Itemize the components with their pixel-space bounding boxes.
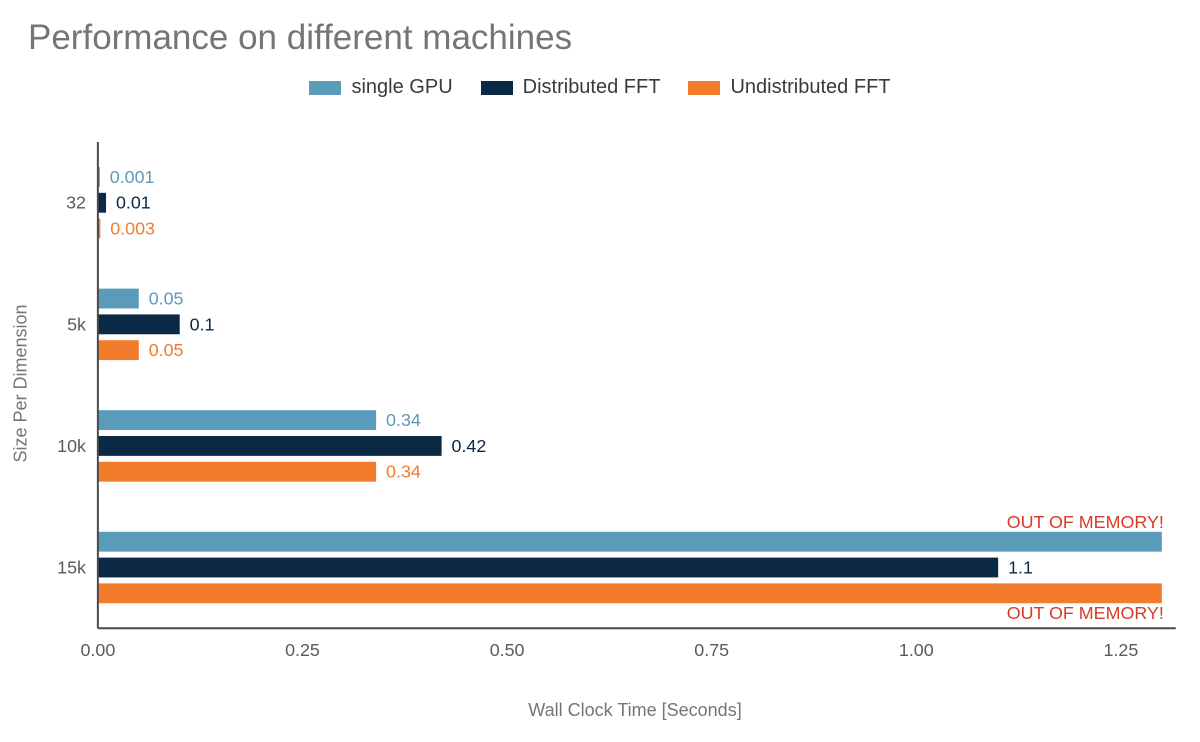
bar-value-label: 0.001 bbox=[110, 167, 155, 187]
y-tick-label: 10k bbox=[57, 436, 86, 456]
legend-label: Distributed FFT bbox=[523, 76, 661, 99]
legend-label: Undistributed FFT bbox=[730, 76, 890, 99]
x-tick-label: 0.00 bbox=[80, 640, 115, 660]
x-tick-label: 0.25 bbox=[285, 640, 320, 660]
bar-value-label: 0.1 bbox=[190, 314, 215, 334]
x-tick-label: 1.25 bbox=[1104, 640, 1139, 660]
chart-title: Performance on different machines bbox=[28, 18, 572, 58]
legend-swatch bbox=[481, 81, 513, 95]
bar-value-label: 0.01 bbox=[116, 193, 151, 213]
bar-value-label: 0.05 bbox=[149, 288, 184, 308]
bar bbox=[98, 314, 180, 334]
oom-label: OUT OF MEMORY! bbox=[1007, 512, 1164, 532]
y-axis-title: Size Per Dimension bbox=[11, 138, 31, 628]
bar bbox=[98, 340, 139, 360]
bar bbox=[98, 583, 1162, 603]
x-tick-label: 0.50 bbox=[490, 640, 525, 660]
oom-label: OUT OF MEMORY! bbox=[1007, 603, 1164, 623]
legend-label: single GPU bbox=[351, 76, 452, 99]
bar bbox=[98, 558, 998, 578]
bar bbox=[98, 462, 376, 482]
bar-value-label: 0.05 bbox=[149, 340, 184, 360]
y-tick-label: 5k bbox=[67, 314, 86, 334]
bar-value-label: 0.42 bbox=[452, 436, 487, 456]
legend-swatch bbox=[309, 81, 341, 95]
bar-value-label: 0.34 bbox=[386, 410, 421, 430]
y-tick-label: 32 bbox=[66, 193, 86, 213]
x-tick-label: 1.00 bbox=[899, 640, 934, 660]
chart-frame: Performance on different machines single… bbox=[0, 0, 1200, 742]
legend-item-0: single GPU bbox=[309, 76, 452, 99]
bar bbox=[98, 436, 442, 456]
y-tick-label: 15k bbox=[57, 557, 86, 577]
bar-value-label: 0.34 bbox=[386, 462, 421, 482]
x-axis-title: Wall Clock Time [Seconds] bbox=[90, 700, 1180, 721]
bar bbox=[98, 532, 1162, 552]
legend-item-2: Undistributed FFT bbox=[688, 76, 890, 99]
bar bbox=[98, 193, 106, 213]
legend-item-1: Distributed FFT bbox=[481, 76, 661, 99]
x-tick-label: 0.75 bbox=[694, 640, 729, 660]
chart-legend: single GPU Distributed FFT Undistributed F… bbox=[0, 76, 1200, 99]
bar bbox=[98, 289, 139, 309]
legend-swatch bbox=[688, 81, 720, 95]
bar-value-label: 0.003 bbox=[110, 219, 155, 239]
bar-value-label: 1.1 bbox=[1008, 557, 1033, 577]
bar bbox=[98, 410, 376, 430]
chart-plot-area: 0.000.250.500.751.001.25320.0010.010.003… bbox=[90, 138, 1180, 628]
